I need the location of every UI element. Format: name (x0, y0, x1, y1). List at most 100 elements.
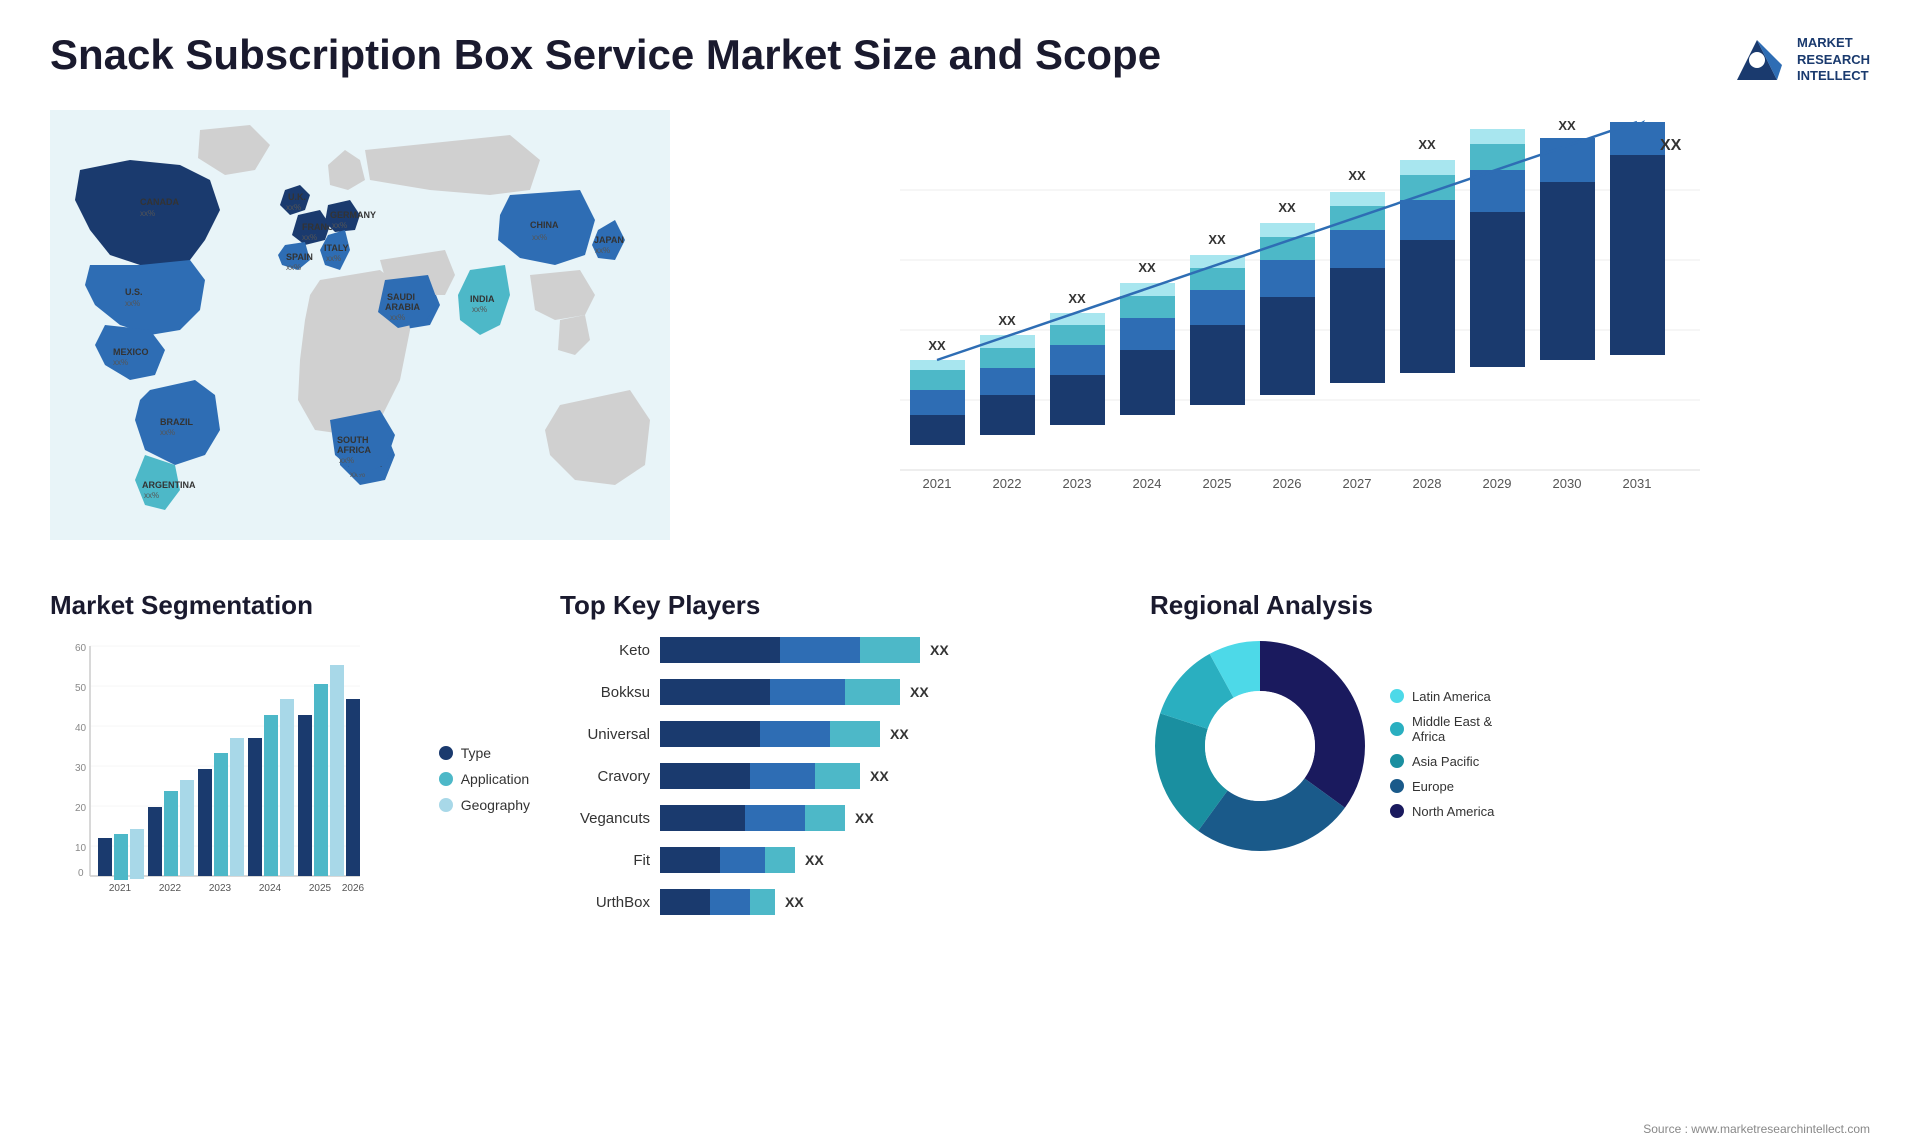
regional-title: Regional Analysis (1150, 590, 1870, 621)
svg-text:MEXICO: MEXICO (113, 347, 149, 357)
player-name-cravory: Cravory (560, 768, 650, 785)
bar-chart-svg: XX 2021 XX 2022 XX 2023 (760, 120, 1840, 520)
page-container: Snack Subscription Box Service Market Si… (0, 0, 1920, 1146)
svg-text:BRAZIL: BRAZIL (160, 417, 193, 427)
brand-logo-icon (1727, 30, 1787, 90)
svg-text:AFRICA: AFRICA (337, 445, 371, 455)
player-name-fit: Fit (560, 852, 650, 869)
legend-geography: Geography (439, 797, 530, 813)
svg-text:2031: 2031 (1623, 476, 1652, 491)
legend-latin-america-label: Latin America (1412, 689, 1491, 704)
legend-na-label: North America (1412, 804, 1494, 819)
svg-text:xx%: xx% (144, 491, 159, 500)
player-cravory: Cravory XX (560, 762, 1120, 790)
world-map-section: CANADA xx% U.S. xx% MEXICO xx% BRAZIL xx… (50, 110, 670, 570)
player-name-urthbox: UrthBox (560, 894, 650, 911)
svg-text:40: 40 (75, 723, 87, 734)
svg-text:XX: XX (1558, 120, 1576, 133)
svg-text:xx%: xx% (160, 428, 175, 437)
legend-europe: Europe (1390, 779, 1494, 794)
svg-text:xx%: xx% (595, 246, 610, 255)
svg-text:2024: 2024 (1133, 476, 1162, 491)
svg-text:XX: XX (1348, 168, 1366, 183)
svg-text:ARGENTINA: ARGENTINA (142, 480, 196, 490)
svg-text:SOUTH: SOUTH (337, 435, 369, 445)
svg-text:30: 30 (75, 763, 87, 774)
segmentation-title: Market Segmentation (50, 590, 530, 621)
source-text: Source : www.marketresearchintellect.com (1643, 1122, 1870, 1136)
legend-geography-dot (439, 798, 453, 812)
svg-text:2025: 2025 (309, 883, 332, 894)
svg-text:INDIA: INDIA (470, 294, 495, 304)
svg-text:XX: XX (928, 338, 946, 353)
legend-application-dot (439, 772, 453, 786)
svg-text:xx%: xx% (390, 313, 405, 322)
svg-text:xx%: xx% (302, 233, 317, 242)
svg-text:XX: XX (1660, 137, 1682, 154)
svg-text:50: 50 (75, 683, 87, 694)
svg-text:2027: 2027 (1343, 476, 1372, 491)
svg-text:xx%: xx% (286, 263, 301, 272)
player-bokksu: Bokksu XX (560, 678, 1120, 706)
legend-na-dot (1390, 804, 1404, 818)
player-bar-cravory: XX (660, 762, 1120, 790)
svg-text:xx%: xx% (339, 456, 354, 465)
svg-text:xx%: xx% (140, 209, 155, 218)
svg-text:xx%: xx% (125, 299, 140, 308)
players-list: Keto XX Bokksu (560, 636, 1120, 916)
segmentation-chart-svg: 60 50 40 30 20 10 0 (50, 636, 370, 896)
svg-text:2023: 2023 (1063, 476, 1092, 491)
legend-mea-label: Middle East &Africa (1412, 714, 1492, 744)
svg-text:XX: XX (1488, 120, 1506, 123)
svg-text:xx%: xx% (332, 221, 347, 230)
svg-text:U.K.: U.K. (288, 192, 306, 202)
player-urthbox: UrthBox XX (560, 888, 1120, 916)
svg-text:XX: XX (1418, 137, 1436, 152)
svg-text:2026: 2026 (1273, 476, 1302, 491)
donut-chart-svg (1150, 636, 1370, 856)
legend-type: Type (439, 745, 530, 761)
growth-chart-section: XX 2021 XX 2022 XX 2023 (700, 110, 1870, 570)
svg-text:10: 10 (75, 843, 87, 854)
player-bar-universal: XX (660, 720, 1120, 748)
svg-text:JAPAN: JAPAN (594, 235, 624, 245)
donut-chart-container (1150, 636, 1370, 861)
legend-type-dot (439, 746, 453, 760)
legend-europe-label: Europe (1412, 779, 1454, 794)
svg-text:2026: 2026 (342, 883, 365, 894)
player-universal: Universal XX (560, 720, 1120, 748)
legend-europe-dot (1390, 779, 1404, 793)
legend-middle-east-africa: Middle East &Africa (1390, 714, 1494, 744)
svg-text:2023: 2023 (209, 883, 232, 894)
player-bar-fit: XX (660, 846, 1120, 874)
svg-text:CHINA: CHINA (530, 220, 559, 230)
legend-north-america: North America (1390, 804, 1494, 819)
svg-text:SPAIN: SPAIN (286, 252, 313, 262)
svg-text:xx%: xx% (113, 358, 128, 367)
svg-text:2022: 2022 (159, 883, 182, 894)
legend-mea-dot (1390, 722, 1404, 736)
svg-text:2021: 2021 (923, 476, 952, 491)
legend-apac-label: Asia Pacific (1412, 754, 1479, 769)
legend-apac-dot (1390, 754, 1404, 768)
player-fit: Fit XX (560, 846, 1120, 874)
svg-text:SAUDI: SAUDI (387, 292, 415, 302)
segmentation-section: Market Segmentation 60 50 40 30 20 10 0 (50, 590, 530, 930)
svg-text:xx%: xx% (532, 233, 547, 242)
svg-text:GERMANY: GERMANY (330, 210, 376, 220)
bottom-row: Market Segmentation 60 50 40 30 20 10 0 (50, 590, 1870, 930)
player-bar-keto: XX (660, 636, 1120, 664)
world-map-svg: CANADA xx% U.S. xx% MEXICO xx% BRAZIL xx… (50, 110, 670, 540)
player-keto: Keto XX (560, 636, 1120, 664)
player-bar-bokksu: XX (660, 678, 1120, 706)
player-name-vegancuts: Vegancuts (560, 810, 650, 827)
svg-text:ARABIA: ARABIA (385, 302, 420, 312)
player-name-keto: Keto (560, 642, 650, 659)
svg-text:ITALY: ITALY (324, 243, 349, 253)
svg-text:2029: 2029 (1483, 476, 1512, 491)
svg-text:2028: 2028 (1413, 476, 1442, 491)
svg-text:2022: 2022 (993, 476, 1022, 491)
regional-layout: Latin America Middle East &Africa Asia P… (1150, 636, 1870, 861)
legend-latin-america-dot (1390, 689, 1404, 703)
svg-text:XX: XX (1138, 260, 1156, 275)
